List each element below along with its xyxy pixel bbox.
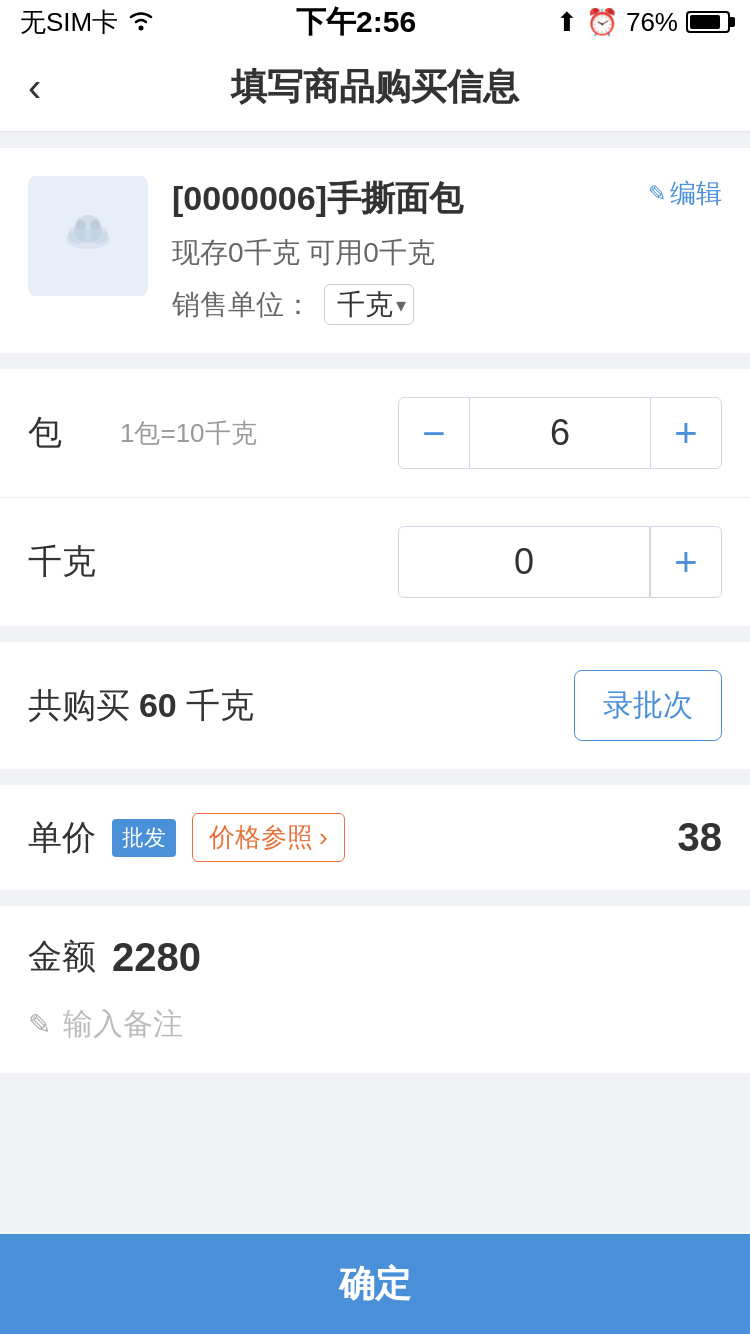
bao-label: 包 [28, 410, 108, 456]
svg-point-0 [139, 25, 144, 30]
unit-label: 销售单位： [172, 286, 312, 324]
page-title: 填写商品购买信息 [231, 63, 519, 112]
edit-button[interactable]: ✎ 编辑 [648, 176, 722, 211]
battery-icon [686, 11, 730, 33]
total-value: 60 [139, 686, 186, 724]
amount-value: 2280 [112, 935, 201, 980]
kg-plus-button[interactable]: + [650, 526, 722, 598]
status-bar: 无SIM卡 下午2:56 ⬆ ⏰ 76% [0, 0, 750, 44]
quantity-section: 包 1包=10千克 − + 千克 + [0, 369, 750, 626]
total-unit: 千克 [186, 686, 254, 724]
svg-point-5 [76, 220, 86, 230]
wifi-icon [126, 7, 156, 38]
pifa-badge: 批发 [112, 819, 176, 857]
product-card: [0000006]手撕面包 ✎ 编辑 现存0千克 可用0千克 销售单位： 千克 [0, 148, 750, 353]
edit-icon: ✎ [648, 181, 666, 207]
bao-minus-button[interactable]: − [398, 397, 470, 469]
bao-controls: − + [398, 397, 722, 469]
price-ref-arrow: › [319, 822, 328, 853]
unit-select-wrap[interactable]: 千克 [324, 284, 414, 325]
price-row: 单价 批发 价格参照 › 38 [28, 813, 722, 862]
svg-point-6 [90, 220, 100, 230]
total-text: 共购买 60 千克 [28, 683, 254, 729]
price-label-row: 单价 批发 价格参照 › [28, 813, 345, 862]
batch-button[interactable]: 录批次 [574, 670, 722, 741]
battery-percent: 76% [626, 7, 678, 38]
svg-point-4 [66, 229, 110, 249]
product-image [28, 176, 148, 296]
status-bar-right: ⬆ ⏰ 76% [556, 7, 730, 38]
alarm-icon: ⏰ [586, 7, 618, 38]
bao-hint: 1包=10千克 [120, 416, 398, 451]
bao-row: 包 1包=10千克 − + [0, 369, 750, 498]
kg-label: 千克 [28, 539, 398, 585]
amount-label: 金额 [28, 934, 96, 980]
total-label: 共购买 [28, 686, 130, 724]
status-bar-left: 无SIM卡 [20, 5, 156, 40]
amount-row: 金额 2280 [28, 934, 722, 980]
kg-controls: + [398, 526, 722, 598]
carrier-text: 无SIM卡 [20, 5, 118, 40]
back-button[interactable]: ‹ [28, 65, 41, 110]
product-name: [0000006]手撕面包 [172, 176, 648, 222]
price-ref-label: 价格参照 [209, 820, 313, 855]
bao-plus-button[interactable]: + [650, 397, 722, 469]
bao-input[interactable] [470, 397, 650, 469]
kg-row: 千克 + [0, 498, 750, 626]
stock-info: 现存0千克 可用0千克 [172, 234, 722, 272]
product-info: [0000006]手撕面包 ✎ 编辑 现存0千克 可用0千克 销售单位： 千克 [172, 176, 722, 325]
confirm-button[interactable]: 确定 [0, 1234, 750, 1334]
status-bar-time: 下午2:56 [296, 2, 416, 43]
unit-row: 销售单位： 千克 [172, 284, 722, 325]
price-value: 38 [678, 815, 723, 860]
remark-icon: ✎ [28, 1008, 51, 1041]
total-section: 共购买 60 千克 录批次 [0, 642, 750, 769]
remark-placeholder[interactable]: 输入备注 [63, 1004, 183, 1045]
price-ref-button[interactable]: 价格参照 › [192, 813, 345, 862]
location-icon: ⬆ [556, 7, 578, 38]
unit-select[interactable]: 千克 [324, 284, 414, 325]
amount-section: 金额 2280 ✎ 输入备注 [0, 906, 750, 1073]
kg-input[interactable] [398, 526, 650, 598]
nav-bar: ‹ 填写商品购买信息 [0, 44, 750, 132]
price-label: 单价 [28, 815, 96, 861]
price-section: 单价 批发 价格参照 › 38 [0, 785, 750, 890]
remark-row[interactable]: ✎ 输入备注 [28, 1004, 722, 1045]
